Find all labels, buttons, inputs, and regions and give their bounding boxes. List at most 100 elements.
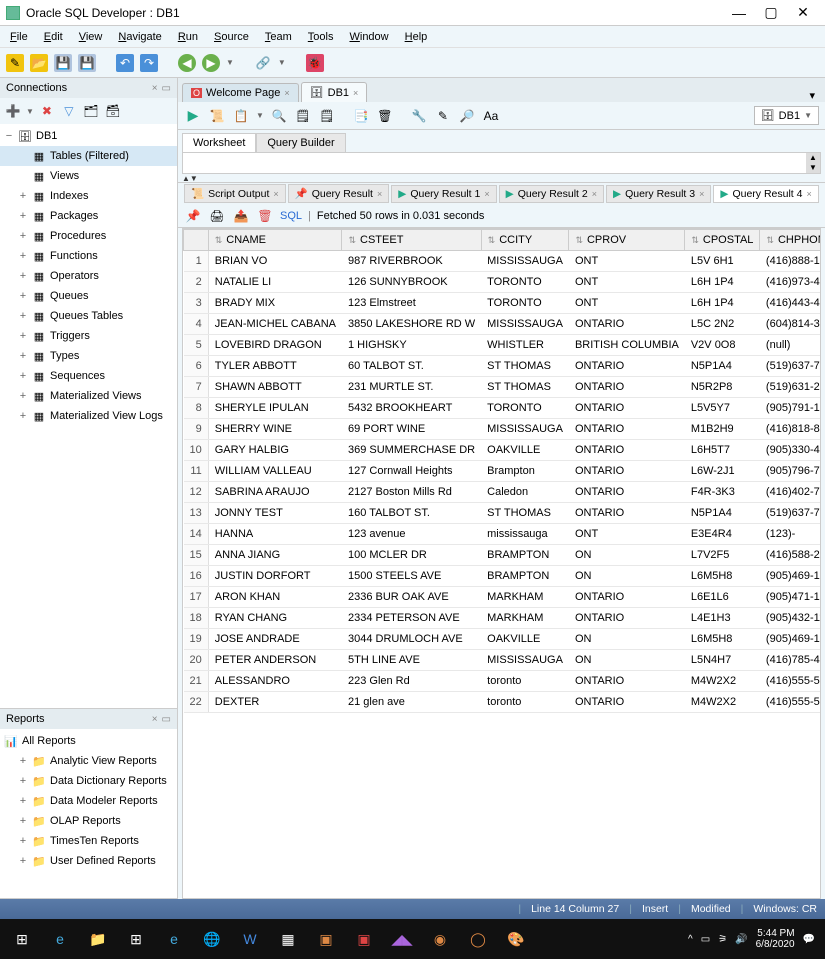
close-button[interactable]: ✕ (787, 4, 819, 21)
table-cell[interactable]: ONT (569, 272, 685, 293)
table-cell[interactable]: M4W2X2 (685, 671, 760, 692)
open-icon[interactable]: 📂 (30, 54, 48, 72)
table-cell[interactable]: ONTARIO (569, 692, 685, 713)
column-header[interactable]: ⇅CNAME (208, 230, 342, 251)
table-cell[interactable]: 60 TALBOT ST. (342, 356, 481, 377)
table-row[interactable]: 14HANNA123 avenuemississaugaONTE3E4R4(12… (184, 524, 822, 545)
panel-close-icon[interactable]: × (152, 83, 158, 94)
panel-menu-icon[interactable]: ▭ (162, 714, 171, 725)
result-tab[interactable]: ▶Query Result 4× (713, 185, 818, 203)
table-cell[interactable]: JOSE ANDRADE (208, 629, 342, 650)
table-cell[interactable]: N5P1A4 (685, 503, 760, 524)
tab-close-icon[interactable]: × (284, 88, 289, 98)
tree-item[interactable]: +▦Materialized View Logs (0, 406, 177, 426)
table-cell[interactable]: (519)637-7242 (760, 503, 821, 524)
undo-icon[interactable]: ↶ (116, 54, 134, 72)
table-cell[interactable]: ONTARIO (569, 419, 685, 440)
table-cell[interactable]: toronto (481, 671, 569, 692)
tree-item[interactable]: +▦Procedures (0, 226, 177, 246)
table-cell[interactable]: E3E4R4 (685, 524, 760, 545)
table-cell[interactable]: 987 RIVERBROOK (342, 251, 481, 272)
table-cell[interactable]: MISSISSAUGA (481, 650, 569, 671)
table-cell[interactable]: ANNA JIANG (208, 545, 342, 566)
table-cell[interactable]: ONTARIO (569, 461, 685, 482)
battery-icon[interactable]: ▭ (701, 934, 710, 945)
table-cell[interactable]: ONTARIO (569, 503, 685, 524)
add-connection-icon[interactable]: ➕ (4, 102, 22, 120)
tree-item[interactable]: +📁User Defined Reports (0, 851, 177, 871)
table-cell[interactable]: (416)555-5555 (760, 692, 821, 713)
table-row[interactable]: 11WILLIAM VALLEAU127 Cornwall HeightsBra… (184, 461, 822, 482)
table-cell[interactable]: ST THOMAS (481, 356, 569, 377)
table-cell[interactable]: 100 MCLER DR (342, 545, 481, 566)
table-cell[interactable]: WILLIAM VALLEAU (208, 461, 342, 482)
column-header[interactable]: ⇅CPROV (569, 230, 685, 251)
table-cell[interactable]: ONTARIO (569, 608, 685, 629)
table-row[interactable]: 22DEXTER21 glen avetorontoONTARIOM4W2X2(… (184, 692, 822, 713)
table-cell[interactable]: L7V2F5 (685, 545, 760, 566)
table-cell[interactable]: SHERYLE IPULAN (208, 398, 342, 419)
table-cell[interactable]: MARKHAM (481, 608, 569, 629)
table-cell[interactable]: L6H 1P4 (685, 272, 760, 293)
table-cell[interactable]: JONNY TEST (208, 503, 342, 524)
run-script-icon[interactable]: 📜 (208, 107, 226, 125)
table-cell[interactable]: BRAMPTON (481, 566, 569, 587)
table-row[interactable]: 3BRADY MIX123 ElmstreetTORONTOONTL6H 1P4… (184, 293, 822, 314)
table-cell[interactable]: 5432 BROOKHEART (342, 398, 481, 419)
table-cell[interactable]: (905)330-4366 (760, 440, 821, 461)
table-cell[interactable]: 21 glen ave (342, 692, 481, 713)
table-cell[interactable]: ON (569, 566, 685, 587)
table-row[interactable]: 7SHAWN ABBOTT231 MURTLE ST.ST THOMASONTA… (184, 377, 822, 398)
menu-navigate[interactable]: Navigate (112, 29, 167, 45)
table-row[interactable]: 17ARON KHAN2336 BUR OAK AVEMARKHAMONTARI… (184, 587, 822, 608)
tree-item[interactable]: +▦Packages (0, 206, 177, 226)
volume-icon[interactable]: 🔊 (735, 934, 747, 945)
table-row[interactable]: 21ALESSANDRO223 Glen RdtorontoONTARIOM4W… (184, 671, 822, 692)
table-cell[interactable]: (416)555-5555 (760, 671, 821, 692)
tab-close-icon[interactable]: × (273, 189, 278, 199)
redo-icon[interactable]: ↷ (140, 54, 158, 72)
explorer-icon[interactable]: 📁 (80, 923, 116, 955)
tree-item[interactable]: +📁Analytic View Reports (0, 751, 177, 771)
table-cell[interactable]: ONTARIO (569, 377, 685, 398)
menu-source[interactable]: Source (208, 29, 255, 45)
table-cell[interactable]: SABRINA ARAUJO (208, 482, 342, 503)
table-cell[interactable]: (416)973-4562 (760, 272, 821, 293)
tns-icon[interactable]: 🗂 (82, 102, 100, 120)
scroll-down-icon[interactable]: ▼ (806, 163, 820, 173)
table-cell[interactable]: 69 PORT WINE (342, 419, 481, 440)
tree-item[interactable]: +▦Materialized Views (0, 386, 177, 406)
menu-help[interactable]: Help (399, 29, 434, 45)
table-cell[interactable]: ALESSANDRO (208, 671, 342, 692)
tree-root[interactable]: 📊 All Reports (0, 731, 177, 751)
table-cell[interactable]: OAKVILLE (481, 629, 569, 650)
table-cell[interactable]: (123)- (760, 524, 821, 545)
table-cell[interactable]: ST THOMAS (481, 377, 569, 398)
table-cell[interactable]: (416)443-4552 (760, 293, 821, 314)
table-cell[interactable]: MARKHAM (481, 587, 569, 608)
table-cell[interactable]: 2336 BUR OAK AVE (342, 587, 481, 608)
table-cell[interactable]: MISSISSAUGA (481, 419, 569, 440)
table-cell[interactable]: NATALIE LI (208, 272, 342, 293)
table-cell[interactable]: BRADY MIX (208, 293, 342, 314)
start-button[interactable]: ⊞ (4, 923, 40, 955)
table-cell[interactable]: TORONTO (481, 398, 569, 419)
table-cell[interactable]: SHAWN ABBOTT (208, 377, 342, 398)
rollback-icon[interactable]: 🗒 (318, 107, 336, 125)
tree-item[interactable]: +▦Indexes (0, 186, 177, 206)
format-icon[interactable]: 🔧 (410, 107, 428, 125)
table-cell[interactable]: V2V 0O8 (685, 335, 760, 356)
minimize-button[interactable]: — (723, 5, 755, 21)
sql-link[interactable]: SQL (280, 210, 302, 222)
table-cell[interactable]: ONTARIO (569, 482, 685, 503)
table-cell[interactable]: ON (569, 545, 685, 566)
tab-close-icon[interactable]: × (699, 189, 704, 199)
chrome-icon[interactable]: 🌐 (194, 923, 230, 955)
table-cell[interactable]: L6H 1P4 (685, 293, 760, 314)
table-cell[interactable]: M4W2X2 (685, 692, 760, 713)
table-row[interactable]: 18RYAN CHANG2334 PETERSON AVEMARKHAMONTA… (184, 608, 822, 629)
table-cell[interactable]: (519)631-2274 (760, 377, 821, 398)
table-cell[interactable]: L6E1L6 (685, 587, 760, 608)
table-cell[interactable]: OAKVILLE (481, 440, 569, 461)
app-icon-1[interactable]: ▣ (308, 923, 344, 955)
